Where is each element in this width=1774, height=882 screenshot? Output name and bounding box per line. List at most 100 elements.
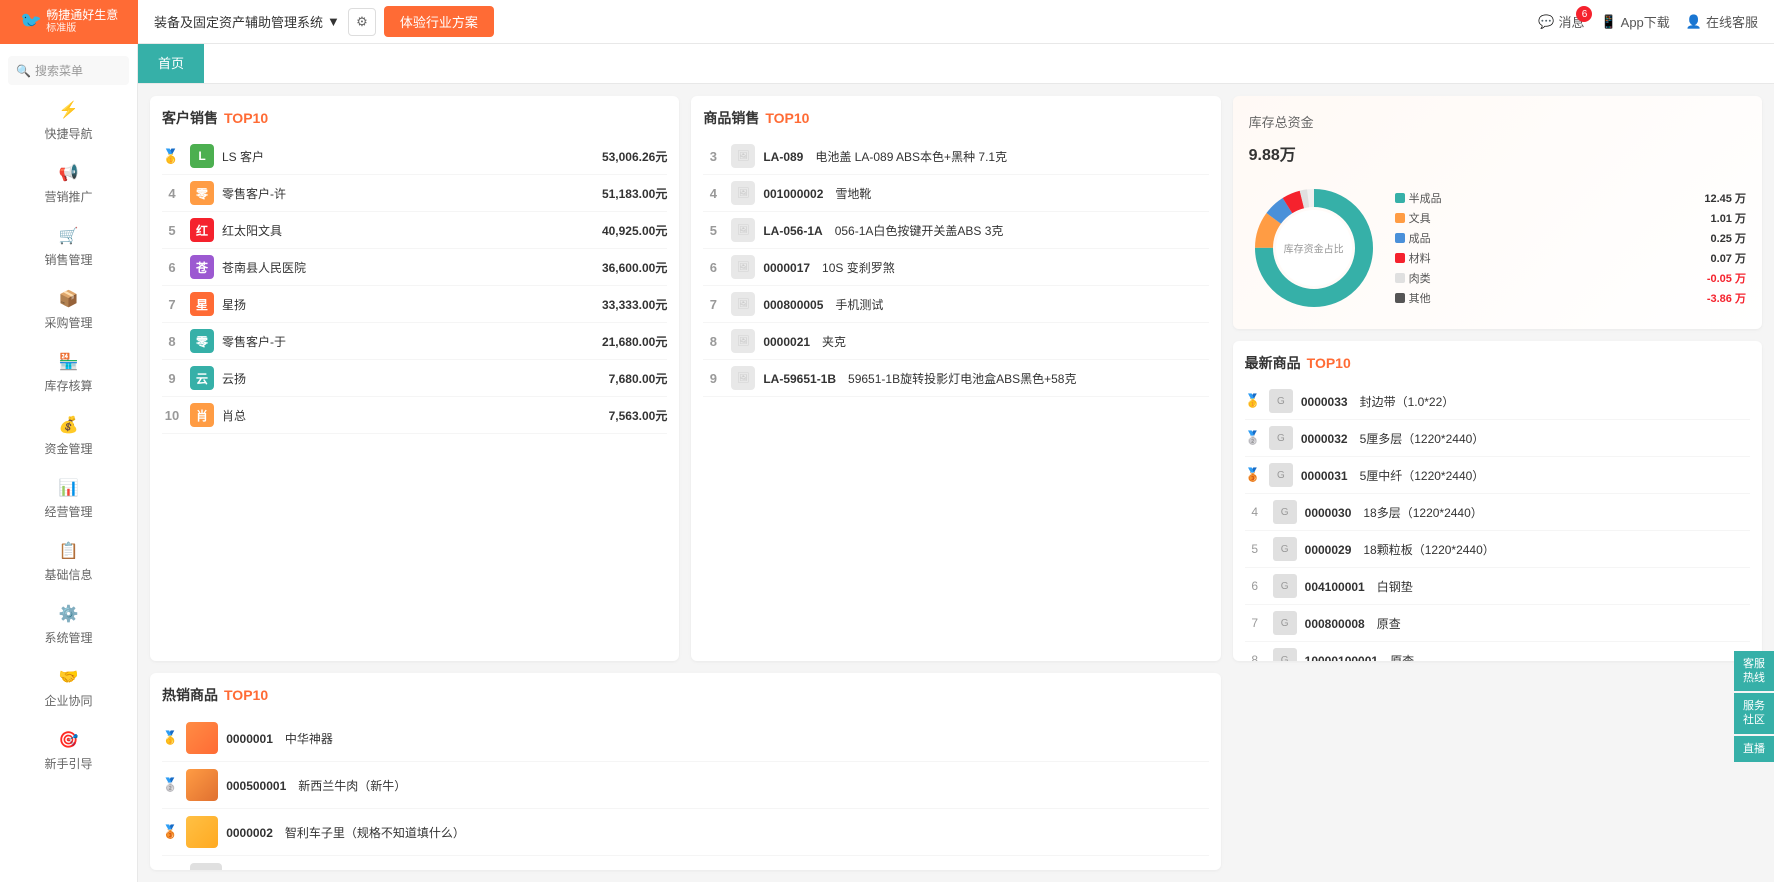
chart-legend: 半成品 12.45 万 文具 1.01 万 成品 0.25 万 [1395, 188, 1746, 308]
product-img: 🖼 [731, 218, 755, 242]
online-service-button[interactable]: 👤 在线客服 [1686, 12, 1758, 31]
sidebar-label-sales: 销售管理 [44, 251, 92, 268]
app-download-label: App下载 [1621, 12, 1670, 31]
settings-button[interactable]: ⚙ [348, 8, 376, 36]
product-img: 🖼 [731, 181, 755, 205]
medal-icon: 🥇 [162, 730, 178, 746]
community-button[interactable]: 服务 社区 [1734, 693, 1774, 734]
system-name: 装备及固定资产辅助管理系统 [154, 12, 323, 31]
search-icon: 🔍 [16, 64, 31, 78]
new-products-title: 最新商品 TOP10 [1245, 353, 1750, 373]
list-item: 6 苍 苍南县人民医院 36,600.00元 [162, 249, 667, 286]
medal-icon: 🥉 [162, 824, 178, 840]
message-icon: 💬 [1538, 14, 1554, 30]
inventory-icon: 🏪 [58, 351, 80, 373]
list-item: 5 红 红太阳文具 40,925.00元 [162, 212, 667, 249]
sidebar: 🔍 搜索菜单 ⚡ 快捷导航 📢 营销推广 🛒 销售管理 📦 采购管理 🏪 库存核… [0, 44, 138, 882]
sidebar-item-operations[interactable]: 📊 经营管理 [0, 467, 137, 530]
inventory-card: 库存总资金 9.88万 [1233, 96, 1762, 329]
sidebar-label-operations: 经营管理 [44, 503, 92, 520]
logo-sub: 标准版 [46, 23, 118, 35]
sidebar-label-marketing: 营销推广 [44, 188, 92, 205]
list-item: 🥇 0000001 中华神器 [162, 715, 1209, 762]
sidebar-label-system: 系统管理 [44, 629, 92, 646]
customer-badge: 零 [190, 181, 214, 205]
product-img: 🖼 [731, 329, 755, 353]
customer-badge: L [190, 144, 214, 168]
product-img [186, 722, 218, 754]
hot-products-list: 🥇 0000001 中华神器 🥈 000500001 新西兰牛肉（新牛） 🥉 0… [162, 715, 1209, 870]
guide-icon: 🎯 [58, 729, 80, 751]
right-column: 库存总资金 9.88万 [1233, 96, 1762, 661]
sidebar-item-sales[interactable]: 🛒 销售管理 [0, 215, 137, 278]
product-img [186, 769, 218, 801]
list-item: 4 🖼 001000002 雪地靴 [703, 175, 1208, 212]
list-item: 5 G 0000029 18颗粒板（1220*2440） [1245, 531, 1750, 568]
tab-home[interactable]: 首页 [138, 44, 204, 83]
list-item: 7 星 星扬 33,333.00元 [162, 286, 667, 323]
chevron-down-icon: ▼ [327, 14, 340, 29]
sidebar-item-basics[interactable]: 📋 基础信息 [0, 530, 137, 593]
sidebar-item-system[interactable]: ⚙️ 系统管理 [0, 593, 137, 656]
product-sales-rank-list: 3 🖼 LA-089 电池盖 LA-089 ABS本色+黑种 7.1克 4 🖼 … [703, 138, 1208, 397]
list-item: 半成品 12.45 万 [1395, 188, 1746, 208]
sidebar-item-guide[interactable]: 🎯 新手引导 [0, 719, 137, 782]
search-menu-label: 搜索菜单 [35, 62, 83, 79]
system-icon: ⚙️ [58, 603, 80, 625]
medal-icon: 🥈 [162, 777, 178, 793]
medal-icon: 🥇 [162, 148, 182, 165]
hot-products-title: 热销商品 TOP10 [162, 685, 1209, 705]
product-img: G [1273, 574, 1297, 598]
list-item: 🥉 0000002 智利车子里（规格不知道填什么） [162, 809, 1209, 856]
hot-products-card: 热销商品 TOP10 🥇 0000001 中华神器 🥈 000500001 新西… [150, 673, 1221, 870]
list-item: 🥈 000500001 新西兰牛肉（新牛） [162, 762, 1209, 809]
sidebar-item-inventory[interactable]: 🏪 库存核算 [0, 341, 137, 404]
list-item: 7 🖼 000800005 手机测试 [703, 286, 1208, 323]
list-item: 4 零 零售客户-许 51,183.00元 [162, 175, 667, 212]
sidebar-label-guide: 新手引导 [44, 755, 92, 772]
list-item: 8 零 零售客户-于 21,680.00元 [162, 323, 667, 360]
content-area: 首页 客户销售 TOP10 🥇 L LS 客户 53,006.26元 [138, 44, 1774, 882]
sidebar-item-marketing[interactable]: 📢 营销推广 [0, 152, 137, 215]
sidebar-item-company[interactable]: 🤝 企业协同 [0, 656, 137, 719]
product-sales-top10-card: 商品销售 TOP10 3 🖼 LA-089 电池盖 LA-089 ABS本色+黑… [691, 96, 1220, 661]
list-item: 9 云 云扬 7,680.00元 [162, 360, 667, 397]
tab-home-label: 首页 [158, 53, 184, 72]
quicknav-icon: ⚡ [58, 99, 80, 121]
service-icon: 👤 [1686, 14, 1702, 30]
customer-badge: 红 [190, 218, 214, 242]
customer-badge: 星 [190, 292, 214, 316]
direct-button[interactable]: 直播 [1734, 736, 1774, 762]
main-content: 客户销售 TOP10 🥇 L LS 客户 53,006.26元 4 零 零售客户… [138, 84, 1774, 882]
product-img: G [1269, 463, 1293, 487]
trial-button[interactable]: 体验行业方案 [384, 6, 494, 37]
messages-button[interactable]: 💬 消息 6 [1538, 12, 1584, 31]
sidebar-item-quicknav[interactable]: ⚡ 快捷导航 [0, 89, 137, 152]
list-item: 4 01 45# [162, 856, 1209, 870]
list-item: 材料 0.07 万 [1395, 248, 1746, 268]
product-img: G [1269, 389, 1293, 413]
search-menu[interactable]: 🔍 搜索菜单 [8, 56, 129, 85]
medal-icon: 🥇 [1245, 393, 1261, 409]
list-item: 6 G 004100001 白钢垫 [1245, 568, 1750, 605]
messages-badge: 6 [1576, 6, 1592, 22]
customer-badge: 肖 [190, 403, 214, 427]
app-download-button[interactable]: 📱 App下载 [1600, 12, 1669, 31]
hotline-button[interactable]: 客服 热线 [1734, 651, 1774, 692]
list-item: 文具 1.01 万 [1395, 208, 1746, 228]
customer-badge: 苍 [190, 255, 214, 279]
sidebar-item-purchase[interactable]: 📦 采购管理 [0, 278, 137, 341]
chart-center-label: 库存资金占比 [1284, 241, 1344, 256]
customer-rank-list: 🥇 L LS 客户 53,006.26元 4 零 零售客户-许 51,183.0… [162, 138, 667, 434]
sidebar-label-company: 企业协同 [44, 692, 92, 709]
new-products-list: 🥇 G 0000033 封边带（1.0*22） 🥈 G 0000032 5厘多层… [1245, 383, 1750, 661]
product-img: G [1273, 648, 1297, 661]
sidebar-label-inventory: 库存核算 [44, 377, 92, 394]
system-selector[interactable]: 装备及固定资产辅助管理系统 ▼ [154, 12, 340, 31]
mobile-icon: 📱 [1600, 14, 1616, 30]
medal-icon: 🥉 [1245, 467, 1261, 483]
inventory-amount: 9.88万 [1249, 135, 1746, 167]
finance-icon: 💰 [58, 414, 80, 436]
new-products-card: 最新商品 TOP10 🥇 G 0000033 封边带（1.0*22） 🥈 G 0… [1233, 341, 1762, 661]
sidebar-item-finance[interactable]: 💰 资金管理 [0, 404, 137, 467]
